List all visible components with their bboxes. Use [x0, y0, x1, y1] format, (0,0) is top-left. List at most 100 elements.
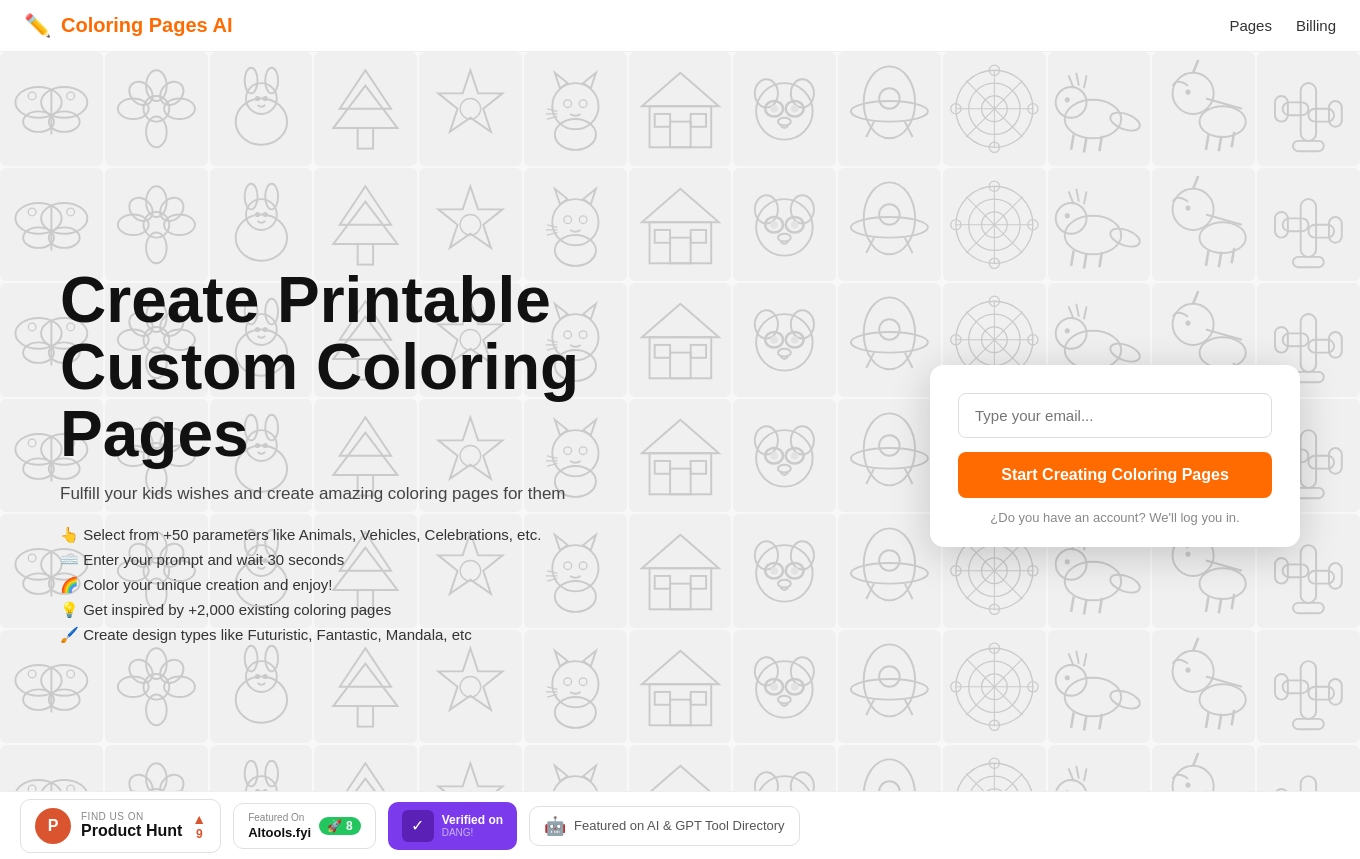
svg-point-418 [254, 674, 259, 679]
svg-point-41 [771, 105, 779, 113]
svg-point-61 [1055, 87, 1086, 118]
svg-point-220 [1064, 331, 1121, 370]
svg-point-366 [879, 550, 900, 571]
svg-marker-111 [641, 188, 718, 221]
logo-text: Coloring Pages AI [61, 14, 233, 37]
svg-point-14 [235, 99, 286, 145]
coloring-page-thumbnail [943, 630, 1046, 744]
svg-point-245 [28, 439, 36, 447]
nav-billing-link[interactable]: Billing [1296, 17, 1336, 34]
email-input[interactable] [958, 393, 1272, 438]
svg-point-140 [1064, 215, 1121, 254]
svg-point-405 [28, 670, 36, 678]
svg-point-430 [555, 697, 596, 728]
svg-line-472 [1232, 710, 1235, 725]
product-hunt-badge[interactable]: P FIND US ON Product Hunt ▲ 9 [20, 799, 221, 853]
svg-rect-435 [690, 692, 705, 705]
coloring-page-thumbnail [210, 630, 313, 744]
svg-point-286 [879, 435, 900, 456]
svg-point-149 [1200, 222, 1246, 253]
svg-point-380 [1064, 562, 1121, 601]
coloring-page-thumbnail [524, 630, 627, 744]
svg-point-412 [124, 655, 157, 688]
svg-rect-433 [670, 699, 691, 725]
aitools-badge[interactable]: Featured On Altools.fyi 🚀 8 [233, 803, 376, 849]
svg-point-227 [1173, 304, 1214, 345]
ai-directory-icon: 🤖 [544, 815, 566, 837]
svg-point-222 [1064, 328, 1069, 333]
svg-line-392 [1232, 594, 1235, 609]
svg-rect-115 [690, 229, 705, 242]
svg-point-99 [262, 211, 267, 216]
svg-point-463 [1108, 687, 1142, 712]
svg-line-148 [1194, 176, 1199, 189]
hero-features: 👆 Select from +50 parameters like Animal… [60, 526, 680, 644]
svg-line-64 [1071, 134, 1074, 149]
hero-subtitle: Fulfill your kids wishes and create amaz… [60, 484, 680, 504]
svg-rect-318 [1329, 448, 1342, 474]
svg-point-428 [564, 678, 572, 686]
product-hunt-logo: P [35, 808, 71, 844]
svg-line-71 [1219, 136, 1222, 151]
coloring-page-thumbnail [943, 52, 1046, 166]
svg-point-233 [1186, 321, 1191, 326]
svg-marker-101 [334, 201, 398, 243]
svg-point-110 [555, 235, 596, 266]
svg-line-72 [1232, 132, 1235, 147]
svg-point-63 [1108, 109, 1142, 134]
coloring-page-thumbnail [314, 52, 417, 166]
aitools-name: Altools.fyi [248, 825, 311, 840]
svg-point-12 [124, 77, 157, 110]
dang-badge[interactable]: ✓ Verified on DANG! [388, 802, 517, 850]
svg-rect-477 [1309, 687, 1335, 700]
ai-directory-badge[interactable]: 🤖 Featured on AI & GPT Tool Directory [529, 806, 800, 846]
hero-content: Create Printable Custom Coloring Pages F… [60, 267, 680, 645]
svg-rect-195 [690, 345, 705, 358]
svg-point-43 [778, 118, 791, 126]
coloring-page-thumbnail [629, 52, 732, 166]
svg-marker-103 [438, 186, 502, 248]
hero-feature-item: 👆 Select from +50 parameters like Animal… [60, 526, 680, 544]
svg-rect-102 [358, 244, 373, 265]
coloring-page-thumbnail [0, 52, 103, 166]
svg-line-152 [1232, 247, 1235, 262]
svg-rect-76 [1275, 96, 1288, 122]
coloring-page-thumbnail [629, 630, 732, 744]
svg-point-62 [1064, 97, 1069, 102]
dang-text: Verified on DANG! [442, 813, 503, 838]
svg-point-443 [778, 696, 791, 704]
svg-point-123 [778, 233, 791, 241]
svg-point-5 [28, 92, 36, 100]
svg-point-7 [143, 96, 169, 122]
svg-rect-355 [690, 576, 705, 589]
hero-feature-item: 💡 Get inspired by +2,000 existing colori… [60, 601, 680, 619]
svg-point-221 [1055, 318, 1086, 349]
dang-icon: ✓ [402, 810, 434, 842]
svg-point-67 [1173, 73, 1214, 114]
logo[interactable]: ✏️ Coloring Pages AI [24, 13, 233, 39]
svg-rect-479 [1293, 719, 1324, 729]
svg-point-25 [552, 83, 598, 129]
svg-line-65 [1084, 137, 1087, 152]
svg-point-45 [851, 101, 928, 122]
svg-rect-237 [1309, 340, 1335, 353]
svg-point-201 [771, 336, 779, 344]
svg-point-60 [1064, 100, 1121, 139]
coloring-page-thumbnail [733, 283, 836, 397]
svg-point-446 [879, 666, 900, 687]
svg-point-17 [265, 68, 278, 94]
svg-point-29 [579, 100, 587, 108]
svg-rect-317 [1309, 455, 1335, 468]
svg-rect-398 [1329, 563, 1342, 589]
svg-rect-79 [1293, 141, 1324, 151]
coloring-page-thumbnail [105, 52, 208, 166]
svg-rect-236 [1275, 327, 1288, 353]
svg-point-365 [851, 563, 928, 584]
svg-line-471 [1219, 714, 1222, 729]
svg-line-390 [1206, 597, 1209, 612]
svg-line-391 [1219, 598, 1222, 613]
nav-pages-link[interactable]: Pages [1229, 17, 1272, 34]
svg-line-385 [1084, 599, 1087, 614]
start-creating-button[interactable]: Start Creating Coloring Pages [958, 452, 1272, 498]
coloring-page-thumbnail [1152, 630, 1255, 744]
